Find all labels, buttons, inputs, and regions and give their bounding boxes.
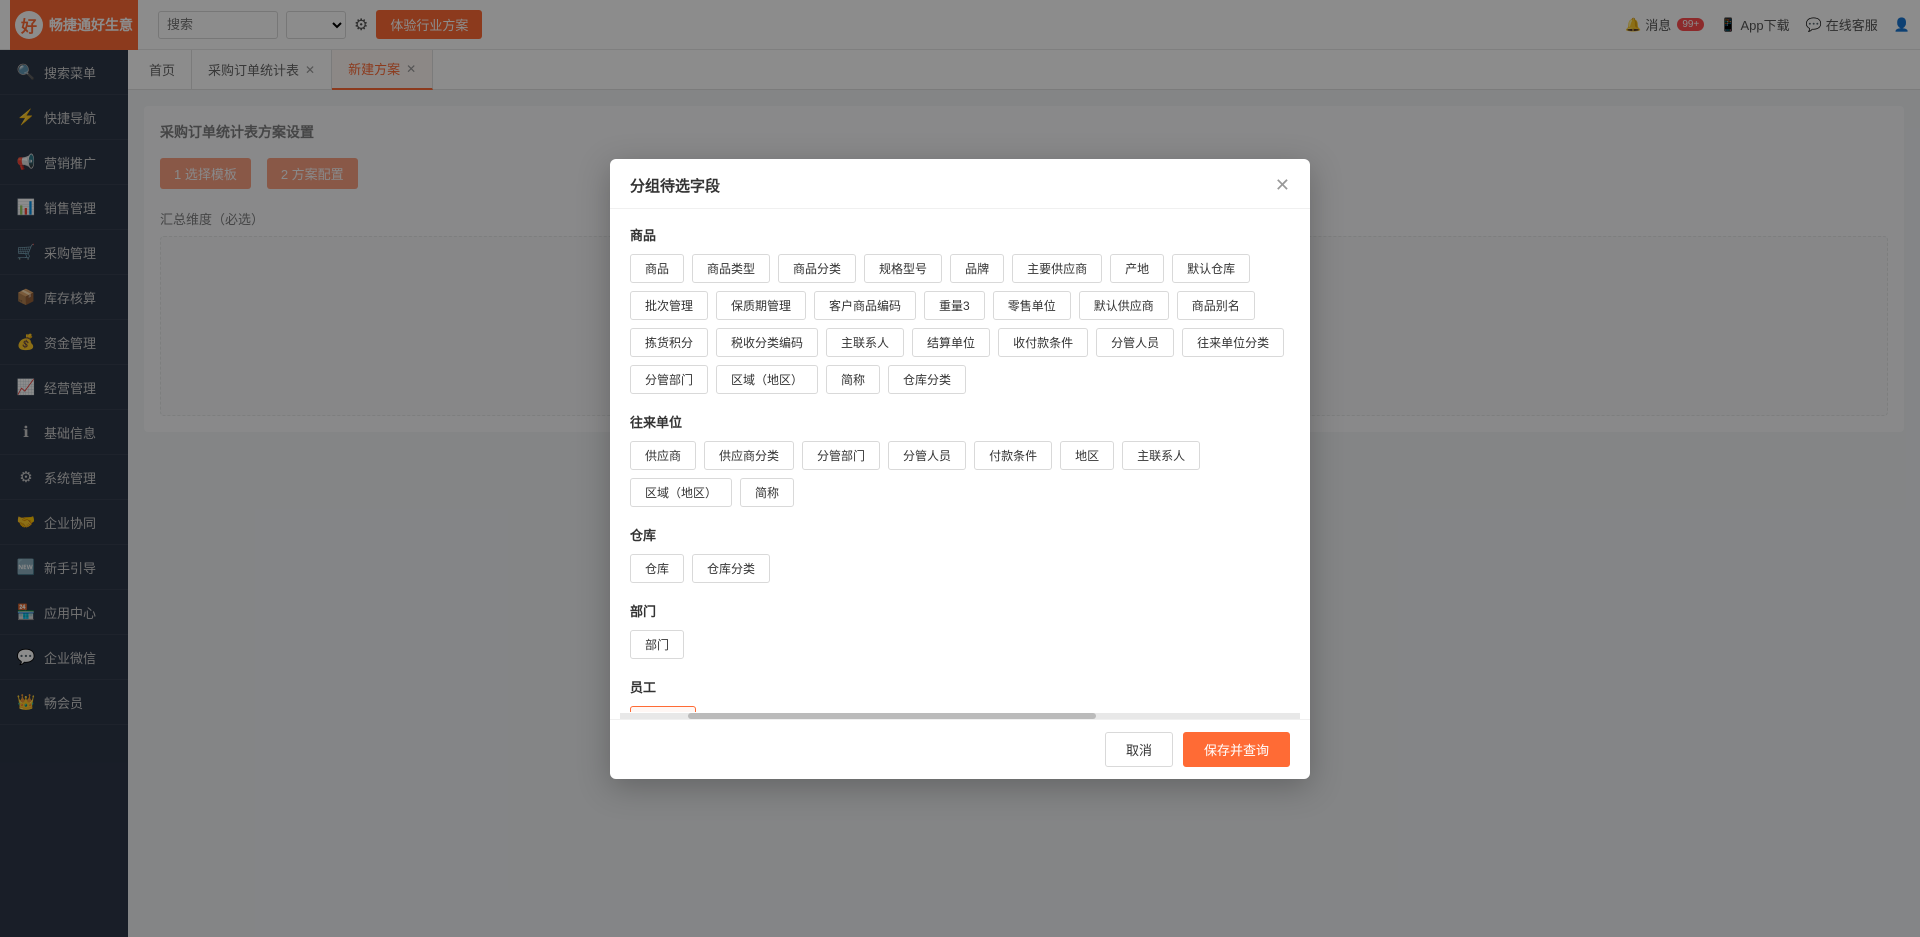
field-tag-0-11[interactable]: 重量3 [924, 291, 985, 320]
field-section-1: 往来单位供应商供应商分类分管部门分管人员付款条件地区主联系人区域（地区） 简称 [630, 412, 1290, 507]
field-tag-0-5[interactable]: 主要供应商 [1012, 254, 1102, 283]
scroll-track [620, 713, 1300, 719]
section-title-4: 员工 [630, 677, 1290, 696]
confirm-button[interactable]: 保存并查询 [1183, 732, 1290, 767]
field-tag-1-2[interactable]: 分管部门 [802, 441, 880, 470]
field-tag-0-4[interactable]: 品牌 [950, 254, 1004, 283]
modal-footer: 取消 保存并查询 [610, 719, 1310, 779]
field-tag-1-8[interactable]: 简称 [740, 478, 794, 507]
modal-dialog: 分组待选字段 ✕ 商品商品商品类型商品分类规格型号品牌主要供应商产地默认仓库批次… [610, 159, 1310, 779]
field-section-4: 员工业务员 [630, 677, 1290, 713]
field-tag-0-8[interactable]: 批次管理 [630, 291, 708, 320]
field-section-0: 商品商品商品类型商品分类规格型号品牌主要供应商产地默认仓库批次管理保质期管理客户… [630, 225, 1290, 394]
field-tags-3: 部门 [630, 630, 1290, 659]
section-title-0: 商品 [630, 225, 1290, 244]
cancel-button[interactable]: 取消 [1105, 732, 1173, 767]
field-tags-2: 仓库仓库分类 [630, 554, 1290, 583]
field-tag-0-13[interactable]: 默认供应商 [1079, 291, 1169, 320]
field-tag-0-24[interactable]: 简称 [826, 365, 880, 394]
field-tag-0-2[interactable]: 商品分类 [778, 254, 856, 283]
field-tag-2-0[interactable]: 仓库 [630, 554, 684, 583]
field-tag-0-18[interactable]: 结算单位 [912, 328, 990, 357]
field-tag-0-19[interactable]: 收付款条件 [998, 328, 1088, 357]
field-tag-0-20[interactable]: 分管人员 [1096, 328, 1174, 357]
field-tag-1-6[interactable]: 主联系人 [1122, 441, 1200, 470]
field-tag-1-0[interactable]: 供应商 [630, 441, 696, 470]
modal-overlay: 分组待选字段 ✕ 商品商品商品类型商品分类规格型号品牌主要供应商产地默认仓库批次… [0, 0, 1920, 937]
field-tag-0-17[interactable]: 主联系人 [826, 328, 904, 357]
field-tag-1-1[interactable]: 供应商分类 [704, 441, 794, 470]
modal-title: 分组待选字段 [630, 175, 720, 196]
field-section-2: 仓库仓库仓库分类 [630, 525, 1290, 583]
field-tag-1-5[interactable]: 地区 [1060, 441, 1114, 470]
field-tag-4-0[interactable]: 业务员 [630, 706, 696, 713]
field-tag-0-22[interactable]: 分管部门 [630, 365, 708, 394]
field-tag-0-9[interactable]: 保质期管理 [716, 291, 806, 320]
field-tag-0-12[interactable]: 零售单位 [993, 291, 1071, 320]
field-tag-1-7[interactable]: 区域（地区） [630, 478, 732, 507]
field-tag-0-1[interactable]: 商品类型 [692, 254, 770, 283]
field-tag-0-15[interactable]: 拣货积分 [630, 328, 708, 357]
field-tag-0-7[interactable]: 默认仓库 [1172, 254, 1250, 283]
field-tag-0-10[interactable]: 客户商品编码 [814, 291, 916, 320]
field-section-3: 部门部门 [630, 601, 1290, 659]
modal-close-button[interactable]: ✕ [1275, 176, 1290, 194]
field-tag-1-4[interactable]: 付款条件 [974, 441, 1052, 470]
field-tag-2-1[interactable]: 仓库分类 [692, 554, 770, 583]
field-tag-0-3[interactable]: 规格型号 [864, 254, 942, 283]
section-title-3: 部门 [630, 601, 1290, 620]
field-tag-0-16[interactable]: 税收分类编码 [716, 328, 818, 357]
field-tag-0-6[interactable]: 产地 [1110, 254, 1164, 283]
field-tag-0-21[interactable]: 往来单位分类 [1182, 328, 1284, 357]
scroll-thumb [688, 713, 1096, 719]
field-tag-1-3[interactable]: 分管人员 [888, 441, 966, 470]
section-title-1: 往来单位 [630, 412, 1290, 431]
section-title-2: 仓库 [630, 525, 1290, 544]
field-tags-0: 商品商品类型商品分类规格型号品牌主要供应商产地默认仓库批次管理保质期管理客户商品… [630, 254, 1290, 394]
field-tag-0-14[interactable]: 商品别名 [1177, 291, 1255, 320]
field-tag-0-0[interactable]: 商品 [630, 254, 684, 283]
field-tags-4: 业务员 [630, 706, 1290, 713]
field-tags-1: 供应商供应商分类分管部门分管人员付款条件地区主联系人区域（地区） 简称 [630, 441, 1290, 507]
horizontal-scrollbar[interactable] [620, 712, 1300, 718]
field-tag-3-0[interactable]: 部门 [630, 630, 684, 659]
modal-header: 分组待选字段 ✕ [610, 159, 1310, 209]
field-tag-0-23[interactable]: 区域（地区） [716, 365, 818, 394]
modal-body: 商品商品商品类型商品分类规格型号品牌主要供应商产地默认仓库批次管理保质期管理客户… [610, 209, 1310, 713]
field-tag-0-25[interactable]: 仓库分类 [888, 365, 966, 394]
